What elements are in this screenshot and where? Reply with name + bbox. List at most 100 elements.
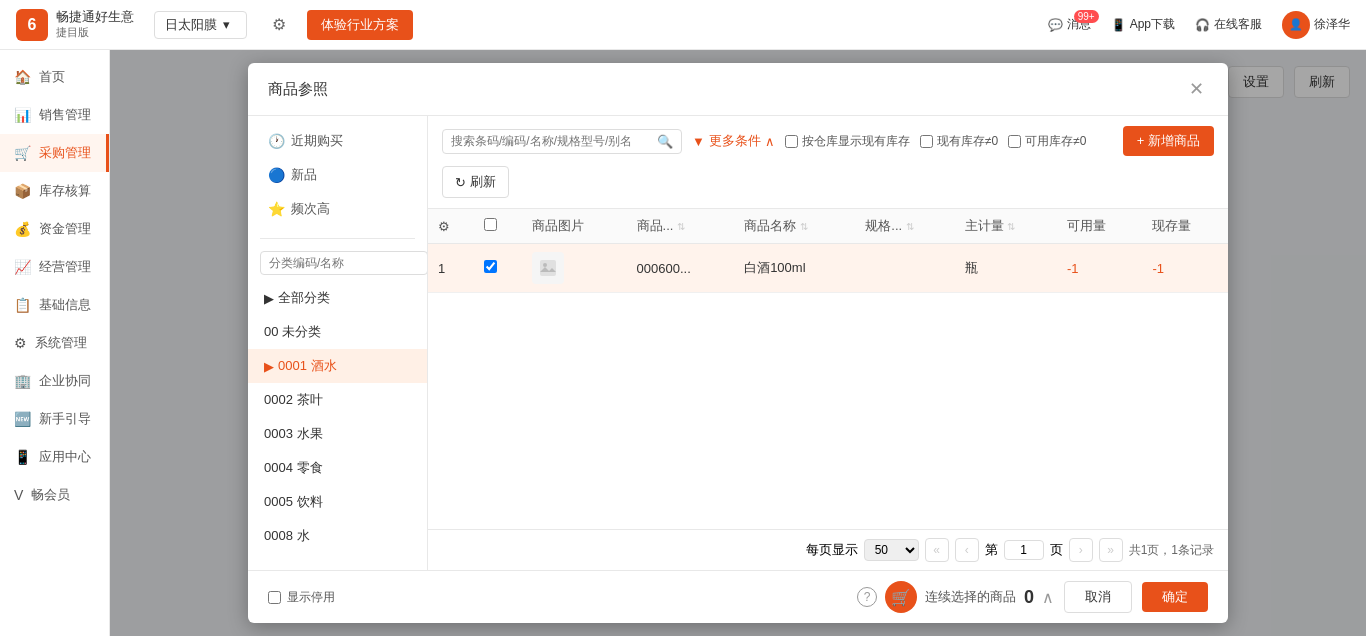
table-row[interactable]: 1 xyxy=(428,244,1228,293)
row-spec xyxy=(855,244,954,293)
available-not-zero-checkbox[interactable] xyxy=(920,135,933,148)
product-search-input[interactable] xyxy=(451,134,651,148)
trial-btn[interactable]: 体验行业方案 xyxy=(307,10,413,40)
col-stock: 现存量 xyxy=(1142,209,1228,244)
sidebar-item-basic[interactable]: 📋 基础信息 xyxy=(0,286,109,324)
cat-0003[interactable]: 0003 水果 xyxy=(248,417,427,451)
cat-0005[interactable]: 0005 饮料 xyxy=(248,485,427,519)
more-conditions-btn[interactable]: ▼ 更多条件 ∧ xyxy=(692,132,775,150)
apps-icon: 📱 xyxy=(14,449,31,465)
purchase-icon: 🛒 xyxy=(14,145,31,161)
online-service-btn[interactable]: 🎧 在线客服 xyxy=(1195,16,1262,33)
confirm-btn[interactable]: 确定 xyxy=(1142,582,1208,612)
sidebar-item-enterprise[interactable]: 🏢 企业协同 xyxy=(0,362,109,400)
sidebar-label-purchase: 采购管理 xyxy=(39,144,91,162)
message-btn[interactable]: 💬 消息 99+ xyxy=(1048,16,1091,33)
product-table-wrap: ⚙ 商品图片 商品... ⇅ xyxy=(428,209,1228,529)
sidebar-item-inventory[interactable]: 📦 库存核算 xyxy=(0,172,109,210)
sidebar-item-finance[interactable]: 💰 资金管理 xyxy=(0,210,109,248)
filter-bar: 🔍 ▼ 更多条件 ∧ 按仓库显示现有库存 xyxy=(428,116,1228,209)
recent-purchase-btn[interactable]: 🕐 近期购买 xyxy=(260,126,415,156)
sidebar-item-home[interactable]: 🏠 首页 xyxy=(0,58,109,96)
last-page-btn[interactable]: » xyxy=(1099,538,1123,562)
col-image: 商品图片 xyxy=(522,209,626,244)
cat-0001[interactable]: ▶ 0001 酒水 xyxy=(248,349,427,383)
phone-icon: 📱 xyxy=(1111,18,1126,32)
table-settings-icon[interactable]: ⚙ xyxy=(438,219,450,234)
app-download-btn[interactable]: 📱 App下载 xyxy=(1111,16,1175,33)
enterprise-icon: 🏢 xyxy=(14,373,31,389)
app-sub: 捷目版 xyxy=(56,25,134,40)
frequent-btn[interactable]: ⭐ 频次高 xyxy=(260,194,415,224)
sidebar-item-member[interactable]: V 畅会员 xyxy=(0,476,109,514)
settings-icon[interactable]: ⚙ xyxy=(263,9,295,41)
store-selector[interactable]: 日太阳膜 ▾ xyxy=(154,11,247,39)
cat-0001-label: 0001 酒水 xyxy=(278,357,337,375)
by-warehouse-checkbox[interactable] xyxy=(785,135,798,148)
svg-point-1 xyxy=(543,263,547,267)
cat-00[interactable]: 00 未分类 xyxy=(248,315,427,349)
select-all-checkbox[interactable] xyxy=(484,218,497,231)
message-icon: 💬 xyxy=(1048,18,1063,32)
sidebar-item-guide[interactable]: 🆕 新手引导 xyxy=(0,400,109,438)
available-not-zero-label: 现有库存≠0 xyxy=(937,133,998,150)
cat-all[interactable]: ▶ 全部分类 xyxy=(248,281,427,315)
sidebar-item-purchase[interactable]: 🛒 采购管理 xyxy=(0,134,109,172)
show-disabled-checkbox[interactable] xyxy=(268,591,281,604)
first-page-btn[interactable]: « xyxy=(925,538,949,562)
cat-all-arrow: ▶ xyxy=(264,291,274,306)
usable-not-zero-checkbox[interactable] xyxy=(1008,135,1021,148)
page-number-input[interactable] xyxy=(1004,540,1044,560)
category-search-input[interactable] xyxy=(260,251,428,275)
help-icon[interactable]: ? xyxy=(857,587,877,607)
avatar: 👤 xyxy=(1282,11,1310,39)
sidebar-item-apps[interactable]: 📱 应用中心 xyxy=(0,438,109,476)
sidebar-item-system[interactable]: ⚙ 系统管理 xyxy=(0,324,109,362)
sidebar-item-operation[interactable]: 📈 经营管理 xyxy=(0,248,109,286)
cat-0004[interactable]: 0004 零食 xyxy=(248,451,427,485)
cart-count: 0 xyxy=(1024,587,1034,608)
home-icon: 🏠 xyxy=(14,69,31,85)
next-page-btn[interactable]: › xyxy=(1069,538,1093,562)
cat-0008[interactable]: 0008 水 xyxy=(248,519,427,553)
sort-spec-icon[interactable]: ⇅ xyxy=(906,221,914,232)
cancel-btn[interactable]: 取消 xyxy=(1064,581,1132,613)
finance-icon: 💰 xyxy=(14,221,31,237)
show-disabled-text: 显示停用 xyxy=(287,589,335,606)
show-disabled-label[interactable]: 显示停用 xyxy=(268,589,335,606)
dropdown-icon: ▾ xyxy=(223,17,230,32)
row-name: 白酒100ml xyxy=(734,244,855,293)
collapse-cart-btn[interactable]: ∧ xyxy=(1042,588,1054,607)
cat-0002[interactable]: 0002 茶叶 xyxy=(248,383,427,417)
per-page-select[interactable]: 10 20 50 100 xyxy=(864,539,919,561)
col-available: 可用量 xyxy=(1057,209,1143,244)
cat-0010[interactable]: 0010 家电 xyxy=(248,553,427,560)
content-panel: 🔍 ▼ 更多条件 ∧ 按仓库显示现有库存 xyxy=(428,116,1228,570)
usable-not-zero-check[interactable]: 可用库存≠0 xyxy=(1008,133,1086,150)
app-download-label: App下载 xyxy=(1130,16,1175,33)
sort-unit-icon[interactable]: ⇅ xyxy=(1007,221,1015,232)
product-search-icon[interactable]: 🔍 xyxy=(657,134,673,149)
refresh-modal-btn[interactable]: ↻ 刷新 xyxy=(442,166,509,198)
available-not-zero-check[interactable]: 现有库存≠0 xyxy=(920,133,998,150)
table-header-row: ⚙ 商品图片 商品... ⇅ xyxy=(428,209,1228,244)
user-menu[interactable]: 👤 徐泽华 xyxy=(1282,11,1350,39)
sidebar-item-sales[interactable]: 📊 销售管理 xyxy=(0,96,109,134)
category-list: ▶ 全部分类 00 未分类 ▶ 0001 酒水 0002 茶叶 xyxy=(248,281,427,560)
add-product-btn[interactable]: + 新增商品 xyxy=(1123,126,1214,156)
row-image xyxy=(522,244,626,293)
new-product-btn[interactable]: 🔵 新品 xyxy=(260,160,415,190)
col-name-label: 商品名称 xyxy=(744,218,796,233)
prev-page-btn[interactable]: ‹ xyxy=(955,538,979,562)
cat-0004-label: 0004 零食 xyxy=(264,459,323,477)
sort-name-icon[interactable]: ⇅ xyxy=(800,221,808,232)
more-conditions-label: 更多条件 xyxy=(709,132,761,150)
row-checkbox[interactable] xyxy=(484,260,497,273)
sort-code-icon[interactable]: ⇅ xyxy=(677,221,685,232)
product-search-wrap: 🔍 xyxy=(442,129,682,154)
modal-close-btn[interactable]: ✕ xyxy=(1184,77,1208,101)
by-warehouse-check[interactable]: 按仓库显示现有库存 xyxy=(785,133,910,150)
store-name: 日太阳膜 xyxy=(165,16,217,34)
filter-icon: ▼ xyxy=(692,134,705,149)
row-no: 1 xyxy=(428,244,474,293)
